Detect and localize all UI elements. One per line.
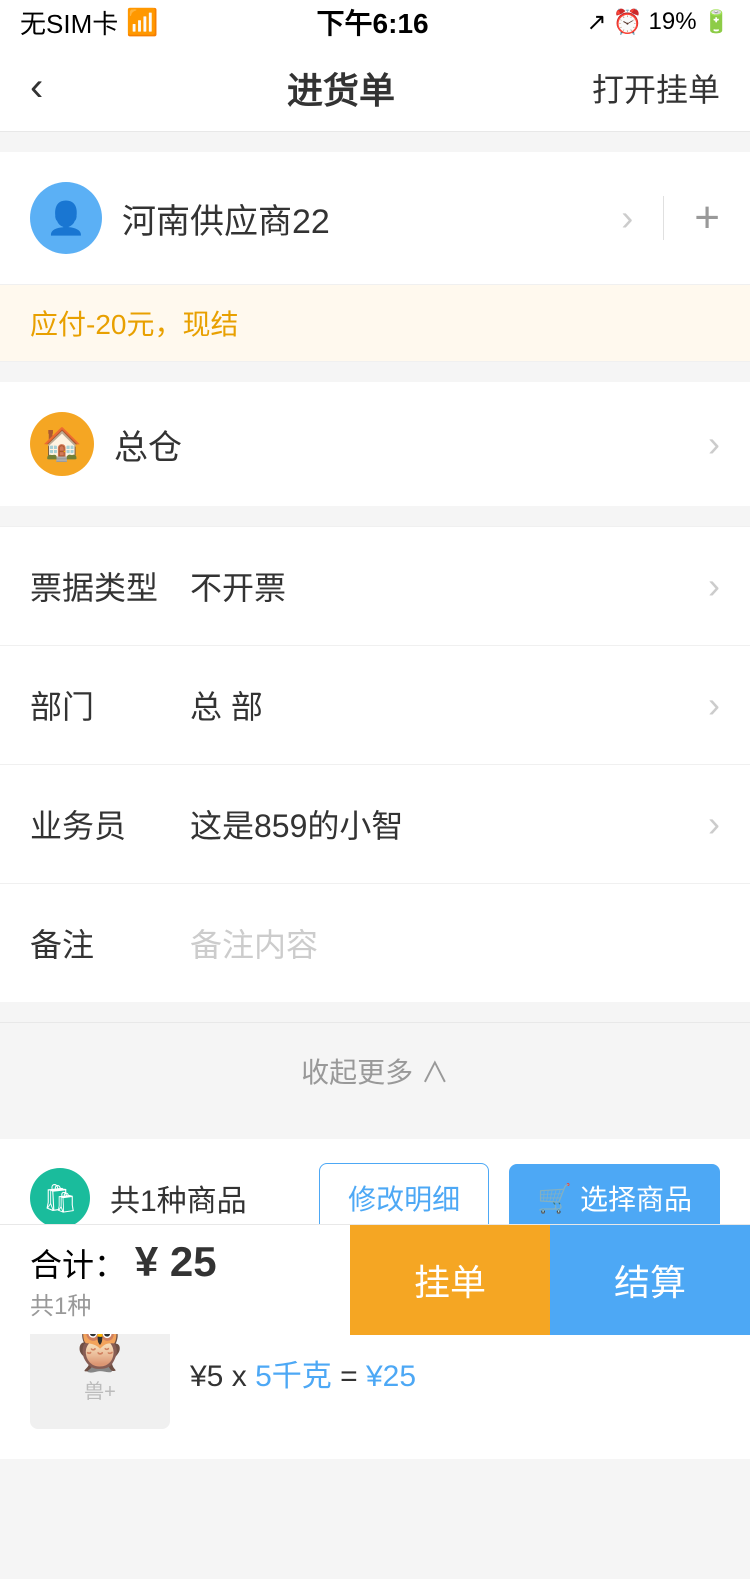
wifi-icon: 📶 (126, 7, 158, 38)
salesperson-label: 业务员 (30, 801, 170, 847)
select-product-button[interactable]: 🛒 选择商品 (509, 1164, 720, 1232)
warehouse-name: 总仓 (114, 420, 708, 469)
form-card: 票据类型 不开票 › 部门 总 部 › 业务员 这是859的小智 › 备注 备注… (0, 526, 750, 1002)
back-button[interactable]: ‹ (30, 65, 90, 110)
total-amount: ¥ 25 (135, 1238, 217, 1285)
add-supplier-button[interactable]: + (663, 196, 720, 240)
open-pending-button[interactable]: 打开挂单 (592, 65, 720, 111)
department-value: 总 部 (190, 682, 698, 728)
collapse-label: 收起更多 ∧ (301, 1051, 449, 1091)
house-icon: 🏠 (42, 425, 82, 463)
pending-button[interactable]: 挂单 (350, 1225, 550, 1335)
status-indicators: ↗ ⏰ 19% 🔋 (587, 8, 730, 37)
warehouse-card: 🏠 总仓 › (0, 382, 750, 506)
supplier-card: 👤 河南供应商22 › + 应付-20元，现结 (0, 152, 750, 362)
footer-total-section: 合计： ¥ 25 共1种 (0, 1238, 350, 1321)
carrier-label: 无SIM卡 (20, 4, 118, 41)
unit-price: ¥5 (190, 1360, 223, 1393)
salesperson-value: 这是859的小智 (190, 801, 698, 847)
supplier-name: 河南供应商22 (122, 194, 621, 243)
status-bar: 无SIM卡 📶 下午6:16 ↗ ⏰ 19% 🔋 (0, 0, 750, 44)
modify-detail-button[interactable]: 修改明细 (319, 1163, 489, 1233)
remark-input[interactable]: 备注内容 (190, 920, 720, 966)
department-row[interactable]: 部门 总 部 › (0, 645, 750, 764)
footer: 合计： ¥ 25 共1种 挂单 结算 (0, 1224, 750, 1334)
supplier-chevron-icon: › (621, 197, 633, 239)
footer-spacer (0, 1459, 750, 1579)
remark-label: 备注 (30, 920, 170, 966)
select-product-label: 选择商品 (580, 1178, 692, 1218)
footer-total-row: 合计： ¥ 25 (30, 1238, 320, 1286)
salesperson-chevron-icon: › (708, 803, 720, 845)
checkout-button[interactable]: 结算 (550, 1225, 750, 1335)
supplier-row[interactable]: 👤 河南供应商22 › + (0, 152, 750, 285)
total-count: 共1种 (30, 1286, 320, 1321)
status-carrier: 无SIM卡 📶 (20, 4, 159, 41)
warehouse-row[interactable]: 🏠 总仓 › (0, 382, 750, 506)
supplier-avatar: 👤 (30, 182, 102, 254)
alarm-icon: ⏰ (613, 8, 643, 37)
bag-icon: 🛍 (42, 1182, 78, 1215)
total-label: 合计： (30, 1247, 126, 1283)
remark-row[interactable]: 备注 备注内容 (0, 883, 750, 1002)
department-chevron-icon: › (708, 684, 720, 726)
quantity: 5千克 (255, 1360, 332, 1393)
products-icon: 🛍 (30, 1168, 90, 1228)
nav-bar: ‹ 进货单 打开挂单 (0, 44, 750, 132)
avatar-icon: 👤 (46, 199, 86, 237)
department-label: 部门 (30, 682, 170, 728)
invoice-type-label: 票据类型 (30, 563, 170, 609)
invoice-type-chevron-icon: › (708, 565, 720, 607)
invoice-type-row[interactable]: 票据类型 不开票 › (0, 526, 750, 645)
cart-icon: 🛒 (537, 1182, 572, 1215)
page-title: 进货单 (287, 62, 395, 114)
status-time: 下午6:16 (317, 2, 429, 42)
price-separator: x (232, 1360, 255, 1393)
brand-label: 兽+ (84, 1375, 116, 1404)
salesperson-row[interactable]: 业务员 这是859的小智 › (0, 764, 750, 883)
equals: = (340, 1360, 366, 1393)
subtotal: ¥25 (366, 1360, 416, 1393)
battery-label: 19% (649, 8, 697, 36)
main-content: 👤 河南供应商22 › + 应付-20元，现结 🏠 总仓 › 票据类型 不开票 … (0, 152, 750, 1579)
location-icon: ↗ (587, 8, 607, 37)
product-price: ¥5 x 5千克 = ¥25 (190, 1351, 664, 1395)
supplier-notice: 应付-20元，现结 (0, 285, 750, 362)
battery-icon: 🔋 (703, 9, 730, 35)
warehouse-icon: 🏠 (30, 412, 94, 476)
products-count-label: 共1种商品 (110, 1176, 299, 1220)
collapse-row[interactable]: 收起更多 ∧ (0, 1022, 750, 1119)
invoice-type-value: 不开票 (190, 563, 698, 609)
warehouse-chevron-icon: › (708, 423, 720, 465)
